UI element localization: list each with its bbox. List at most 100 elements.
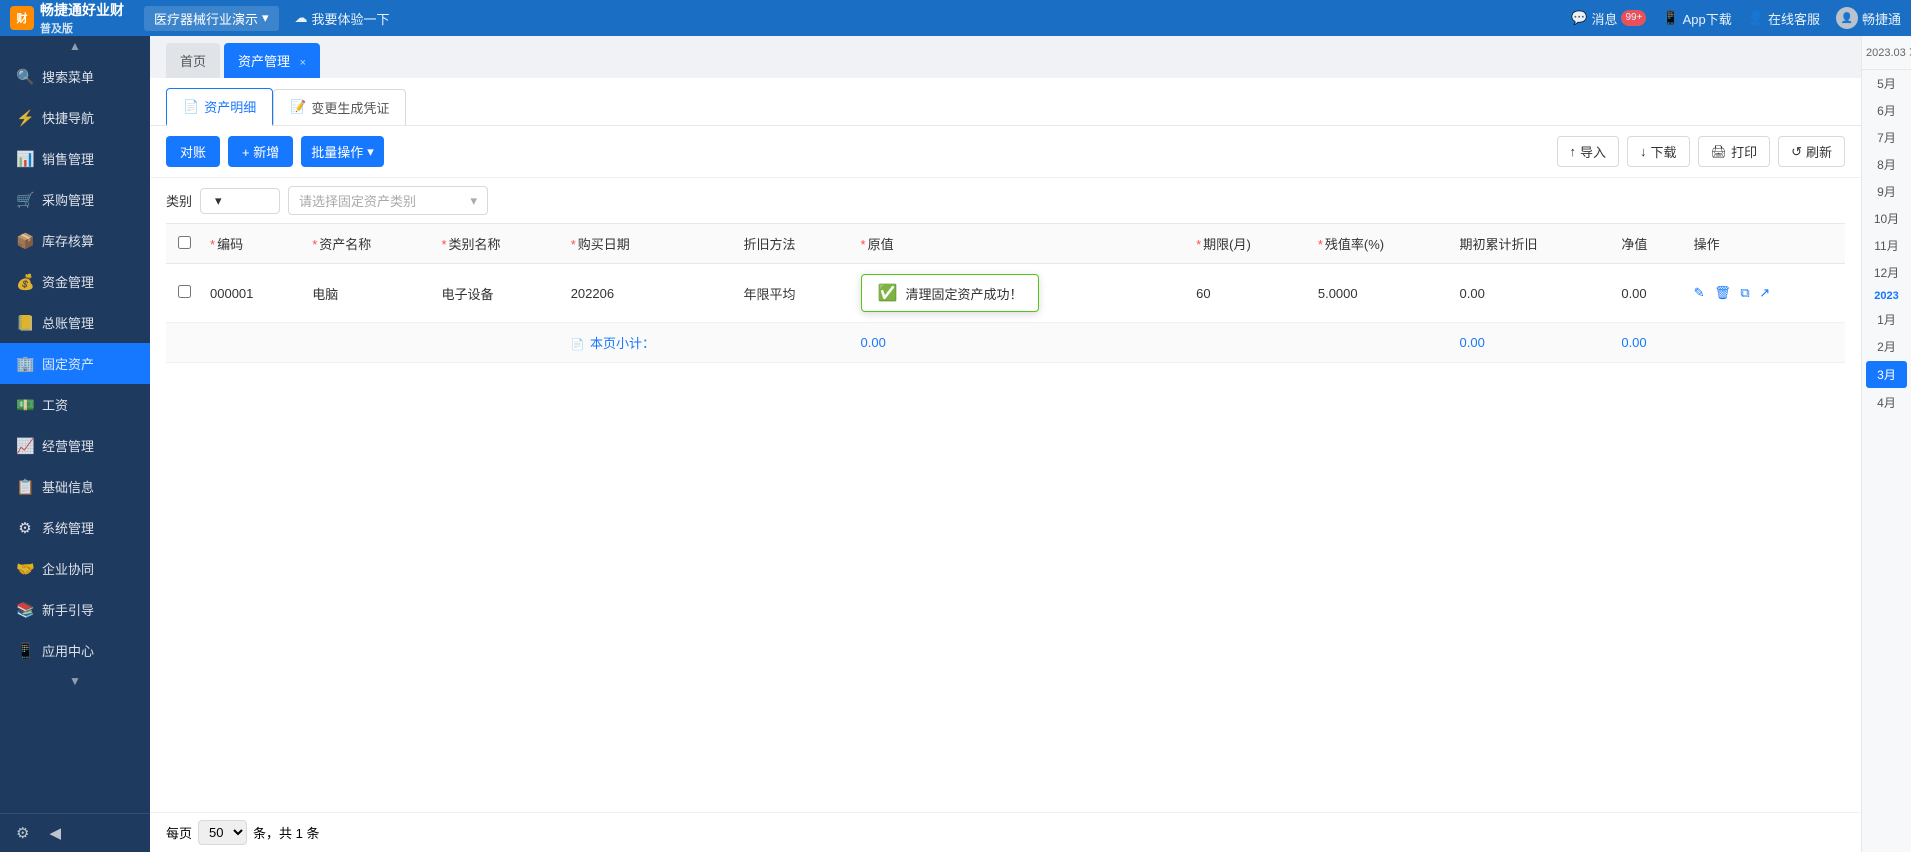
subtotal-empty-1 xyxy=(166,323,202,363)
asset-category-filter[interactable]: 请选择固定资产类别 ▾ xyxy=(288,186,488,215)
username-label: 畅捷通 xyxy=(1862,9,1901,28)
sidebar-item-ledger[interactable]: 📒 总账管理 xyxy=(0,302,150,343)
guide-icon: 📚 xyxy=(16,601,34,619)
subtotal-row: 📄 本页小计： 0.00 0.00 0.00 xyxy=(166,323,1845,363)
sub-tab-asset-detail[interactable]: 📄 资产明细 xyxy=(166,88,273,126)
calendar-month-5[interactable]: 5月 xyxy=(1862,70,1911,97)
calendar-month-10[interactable]: 10月 xyxy=(1862,205,1911,232)
tab-asset-mgmt-label: 资产管理 xyxy=(238,54,290,69)
download-button[interactable]: ↓ 下载 xyxy=(1627,136,1690,167)
sidebar-label-purchase: 采购管理 xyxy=(42,190,94,209)
td-code: 000001 xyxy=(202,264,304,323)
sidebar-item-quick-nav[interactable]: ⚡ 快捷导航 xyxy=(0,97,150,138)
batch-label: 批量操作 xyxy=(311,142,363,161)
print-icon: 🖨 xyxy=(1711,144,1728,160)
calendar-year-label: 2023.03 xyxy=(1866,47,1906,59)
experience-button[interactable]: ☁ 我要体验一下 xyxy=(295,9,390,28)
row-checkbox[interactable] xyxy=(178,285,191,298)
toolbar-right: ↑ 导入 ↓ 下载 🖨 打印 ↺ 刷新 xyxy=(1557,136,1845,167)
calendar-month-1[interactable]: 1月 xyxy=(1862,306,1911,333)
ledger-icon: 📒 xyxy=(16,314,34,332)
refresh-button[interactable]: ↺ 刷新 xyxy=(1778,136,1845,167)
page-size-select[interactable]: 50 xyxy=(198,820,247,845)
message-button[interactable]: 💬 消息 99+ xyxy=(1571,9,1646,28)
table-row: 000001 电脑 电子设备 202206 年限平均 ✅ 清理固定资产成功！ xyxy=(166,264,1845,323)
company-selector[interactable]: 医疗器械行业演示 ▾ xyxy=(144,6,279,31)
calendar-month-7[interactable]: 7月 xyxy=(1862,124,1911,151)
sidebar-item-sales[interactable]: 📊 销售管理 xyxy=(0,138,150,179)
sidebar-item-purchase[interactable]: 🛒 采购管理 xyxy=(0,179,150,220)
sidebar-item-inventory[interactable]: 📦 库存核算 xyxy=(0,220,150,261)
edit-icon[interactable]: ✎ xyxy=(1694,285,1705,300)
more-icon[interactable]: ↗ xyxy=(1759,285,1770,300)
new-button[interactable]: + 新增 xyxy=(228,136,293,167)
td-operation: ✎ 🗑 ⧉ ↗ xyxy=(1686,264,1845,323)
sidebar-item-payroll[interactable]: 💵 工资 xyxy=(0,384,150,425)
td-initial-accum-depreciation: 0.00 xyxy=(1452,264,1614,323)
sidebar-label-app-center: 应用中心 xyxy=(42,641,94,660)
sidebar-label-system: 系统管理 xyxy=(42,518,94,537)
reconcile-button[interactable]: 对账 xyxy=(166,136,220,167)
calendar-month-11[interactable]: 11月 xyxy=(1862,232,1911,259)
header-right: 💬 消息 99+ 📱 App下载 👤 在线客服 👤 畅捷通 xyxy=(1571,7,1901,29)
asset-table: *编码 *资产名称 *类别名称 *购买日期 折旧方法 *原值 *期限(月) *残… xyxy=(166,223,1845,363)
tab-home[interactable]: 首页 xyxy=(166,43,220,78)
calendar-month-9[interactable]: 9月 xyxy=(1862,178,1911,205)
sales-icon: 📊 xyxy=(16,150,34,168)
calendar-month-3-active[interactable]: 3月 xyxy=(1866,361,1907,388)
export-button[interactable]: ↑ 导入 xyxy=(1557,136,1620,167)
sidebar-item-operations[interactable]: 📈 经营管理 xyxy=(0,425,150,466)
sidebar-scroll-up[interactable]: ▲ xyxy=(0,36,150,56)
sidebar-item-basic-info[interactable]: 📋 基础信息 xyxy=(0,466,150,507)
quick-nav-icon: ⚡ xyxy=(16,109,34,127)
sidebar-item-guide[interactable]: 📚 新手引导 xyxy=(0,589,150,630)
basic-info-icon: 📋 xyxy=(16,478,34,496)
sidebar-label-inventory: 库存核算 xyxy=(42,231,94,250)
sub-tab-asset-detail-label: 资产明细 xyxy=(204,97,256,116)
download-label: 下载 xyxy=(1651,142,1677,161)
tab-close-icon[interactable]: × xyxy=(300,57,306,69)
tab-asset-mgmt[interactable]: 资产管理 × xyxy=(224,43,320,78)
settings-icon[interactable]: ⚙ xyxy=(16,824,29,842)
td-name: 电脑 xyxy=(304,264,433,323)
delete-icon[interactable]: 🗑 xyxy=(1714,285,1731,300)
subtotal-empty-3 xyxy=(304,323,433,363)
td-period: 60 xyxy=(1188,264,1310,323)
calendar-month-12[interactable]: 12月 xyxy=(1862,259,1911,286)
calendar-month-8[interactable]: 8月 xyxy=(1862,151,1911,178)
close-panel-button[interactable]: ✕ xyxy=(1906,42,1911,63)
sidebar-scroll-down[interactable]: ▼ xyxy=(0,671,150,691)
select-all-checkbox[interactable] xyxy=(178,236,191,249)
category-filter-dropdown[interactable]: ▾ xyxy=(200,188,280,214)
service-icon: 👤 xyxy=(1748,10,1764,26)
export-label: 导入 xyxy=(1580,142,1606,161)
main-layout: ▲ 🔍 搜索菜单 ⚡ 快捷导航 📊 销售管理 🛒 采购管理 📦 库存核算 💰 资… xyxy=(0,36,1911,852)
filter-label: 类别 xyxy=(166,191,192,210)
th-residual-rate: *残值率(%) xyxy=(1310,224,1452,264)
calendar-month-2[interactable]: 2月 xyxy=(1862,333,1911,360)
calendar-month-4[interactable]: 4月 xyxy=(1862,389,1911,416)
subtotal-empty-4 xyxy=(433,323,562,363)
system-icon: ⚙ xyxy=(16,519,34,537)
batch-button[interactable]: 批量操作 ▾ xyxy=(301,136,384,167)
copy-icon[interactable]: ⧉ xyxy=(1740,285,1749,300)
user-menu[interactable]: 👤 畅捷通 xyxy=(1836,7,1901,29)
sidebar-label-basic-info: 基础信息 xyxy=(42,477,94,496)
sidebar-item-fixed-assets[interactable]: 🏢 固定资产 xyxy=(0,343,150,384)
th-category: *类别名称 xyxy=(433,224,562,264)
table-container: *编码 *资产名称 *类别名称 *购买日期 折旧方法 *原值 *期限(月) *残… xyxy=(150,223,1861,812)
sidebar-item-search[interactable]: 🔍 搜索菜单 xyxy=(0,56,150,97)
app-download-button[interactable]: 📱 App下载 xyxy=(1662,9,1731,28)
calendar-month-6[interactable]: 6月 xyxy=(1862,97,1911,124)
online-service-label: 在线客服 xyxy=(1768,9,1820,28)
logo-icon: 财 xyxy=(10,6,34,30)
sidebar-item-app-center[interactable]: 📱 应用中心 xyxy=(0,630,150,671)
sidebar-item-finance[interactable]: 💰 资金管理 xyxy=(0,261,150,302)
sub-tab-change-voucher[interactable]: 📝 变更生成凭证 xyxy=(273,89,406,125)
collapse-icon[interactable]: ◀ xyxy=(49,824,61,842)
print-button[interactable]: 🖨 打印 xyxy=(1698,136,1771,167)
th-net-value: 净值 xyxy=(1613,224,1685,264)
sidebar-item-system[interactable]: ⚙ 系统管理 xyxy=(0,507,150,548)
online-service-button[interactable]: 👤 在线客服 xyxy=(1748,9,1820,28)
sidebar-item-cooperation[interactable]: 🤝 企业协同 xyxy=(0,548,150,589)
